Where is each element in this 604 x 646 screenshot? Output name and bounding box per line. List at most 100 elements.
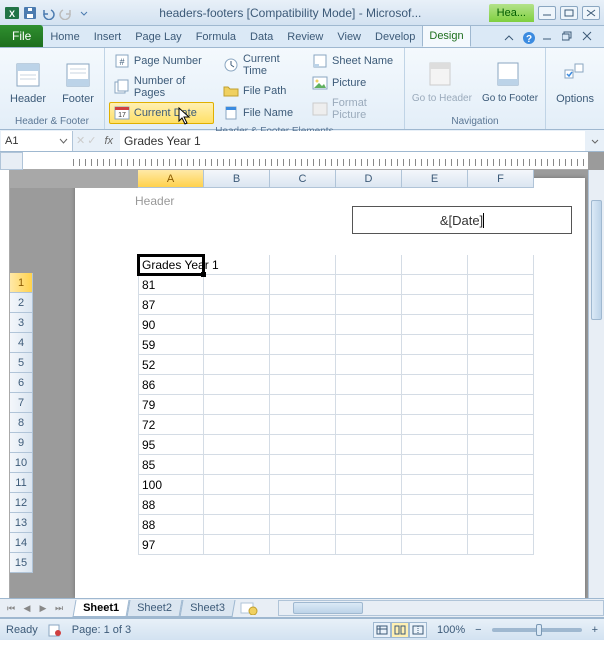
cell-E14[interactable]: [402, 515, 468, 535]
doc-restore-icon[interactable]: [562, 31, 578, 47]
cell-F4[interactable]: [468, 315, 534, 335]
expand-formula-bar-icon[interactable]: [586, 136, 604, 146]
cell-E9[interactable]: [402, 415, 468, 435]
cell-B12[interactable]: [204, 475, 270, 495]
tab-home[interactable]: Home: [43, 25, 86, 47]
cell-A9[interactable]: 72: [138, 415, 204, 435]
cell-A10[interactable]: 95: [138, 435, 204, 455]
page-break-view-icon[interactable]: [409, 622, 427, 638]
tab-developer[interactable]: Develop: [368, 25, 422, 47]
select-all-corner[interactable]: [0, 152, 23, 170]
cell-D14[interactable]: [336, 515, 402, 535]
col-header-B[interactable]: B: [204, 170, 270, 188]
cell-B8[interactable]: [204, 395, 270, 415]
cell-E11[interactable]: [402, 455, 468, 475]
col-header-C[interactable]: C: [270, 170, 336, 188]
zoom-percent[interactable]: 100%: [437, 624, 465, 636]
row-header-1[interactable]: 1: [10, 273, 33, 293]
cell-F5[interactable]: [468, 335, 534, 355]
cell-B14[interactable]: [204, 515, 270, 535]
col-header-D[interactable]: D: [336, 170, 402, 188]
tab-nav-last-icon[interactable]: ⏭: [52, 601, 66, 615]
cell-A3[interactable]: 87: [138, 295, 204, 315]
row-header-7[interactable]: 7: [10, 393, 33, 413]
tab-nav-prev-icon[interactable]: ◀: [20, 601, 34, 615]
file-name-button[interactable]: File Name: [218, 102, 303, 124]
cell-A6[interactable]: 52: [138, 355, 204, 375]
cell-F14[interactable]: [468, 515, 534, 535]
cell-B4[interactable]: [204, 315, 270, 335]
cell-E3[interactable]: [402, 295, 468, 315]
row-header-12[interactable]: 12: [10, 493, 33, 513]
doc-minimize-icon[interactable]: [542, 31, 558, 47]
name-box-dropdown-icon[interactable]: [59, 136, 68, 145]
sheet-tab-sheet3[interactable]: Sheet3: [179, 600, 235, 617]
tab-data[interactable]: Data: [243, 25, 280, 47]
cell-B6[interactable]: [204, 355, 270, 375]
cell-D12[interactable]: [336, 475, 402, 495]
maximize-button[interactable]: [560, 6, 578, 20]
cell-D6[interactable]: [336, 355, 402, 375]
header-center-box[interactable]: &[Date]: [352, 206, 572, 234]
cell-A15[interactable]: 97: [138, 535, 204, 555]
cell-B5[interactable]: [204, 335, 270, 355]
formula-input[interactable]: Grades Year 1: [120, 131, 585, 151]
cell-F9[interactable]: [468, 415, 534, 435]
goto-footer-button[interactable]: Go to Footer: [479, 50, 541, 114]
zoom-out-icon[interactable]: −: [475, 624, 481, 636]
row-header-9[interactable]: 9: [10, 433, 33, 453]
cell-C7[interactable]: [270, 375, 336, 395]
cell-F7[interactable]: [468, 375, 534, 395]
row-header-11[interactable]: 11: [10, 473, 33, 493]
cell-A12[interactable]: 100: [138, 475, 204, 495]
tab-nav-next-icon[interactable]: ▶: [36, 601, 50, 615]
cell-A8[interactable]: 79: [138, 395, 204, 415]
tab-design[interactable]: Design: [422, 25, 470, 47]
cell-F1[interactable]: [468, 255, 534, 275]
cell-grid[interactable]: Grades Year 1818790595286797295851008888…: [138, 255, 534, 555]
save-icon[interactable]: [22, 5, 38, 21]
vertical-scrollbar[interactable]: [588, 170, 604, 598]
cell-A5[interactable]: 59: [138, 335, 204, 355]
cell-A13[interactable]: 88: [138, 495, 204, 515]
minimize-ribbon-icon[interactable]: [502, 31, 518, 47]
zoom-slider[interactable]: [492, 628, 582, 632]
row-header-15[interactable]: 15: [10, 553, 33, 573]
cell-F6[interactable]: [468, 355, 534, 375]
cell-F2[interactable]: [468, 275, 534, 295]
cell-D10[interactable]: [336, 435, 402, 455]
cell-B13[interactable]: [204, 495, 270, 515]
current-date-button[interactable]: 17Current Date: [109, 102, 214, 124]
tab-review[interactable]: Review: [280, 25, 330, 47]
cell-B9[interactable]: [204, 415, 270, 435]
cell-F10[interactable]: [468, 435, 534, 455]
cell-F3[interactable]: [468, 295, 534, 315]
close-button[interactable]: [582, 6, 600, 20]
cell-C11[interactable]: [270, 455, 336, 475]
options-button[interactable]: Options: [550, 50, 600, 114]
minimize-button[interactable]: [538, 6, 556, 20]
cell-C1[interactable]: [270, 255, 336, 275]
qat-dropdown-icon[interactable]: [76, 5, 92, 21]
header-section[interactable]: Header &[Date]: [135, 194, 577, 236]
col-header-E[interactable]: E: [402, 170, 468, 188]
col-header-F[interactable]: F: [468, 170, 534, 188]
cell-B3[interactable]: [204, 295, 270, 315]
number-of-pages-button[interactable]: Number of Pages: [109, 72, 214, 102]
cell-E4[interactable]: [402, 315, 468, 335]
tab-page-layout[interactable]: Page Lay: [128, 25, 188, 47]
cell-E15[interactable]: [402, 535, 468, 555]
cell-F8[interactable]: [468, 395, 534, 415]
cell-C3[interactable]: [270, 295, 336, 315]
sheet-name-button[interactable]: Sheet Name: [307, 50, 400, 72]
cell-D8[interactable]: [336, 395, 402, 415]
contextual-tab-header-footer[interactable]: Hea...: [489, 4, 534, 22]
row-header-6[interactable]: 6: [10, 373, 33, 393]
cell-C10[interactable]: [270, 435, 336, 455]
redo-icon[interactable]: [58, 5, 74, 21]
horizontal-scrollbar[interactable]: [278, 600, 604, 616]
cell-D15[interactable]: [336, 535, 402, 555]
cell-C5[interactable]: [270, 335, 336, 355]
cell-C2[interactable]: [270, 275, 336, 295]
cell-E8[interactable]: [402, 395, 468, 415]
